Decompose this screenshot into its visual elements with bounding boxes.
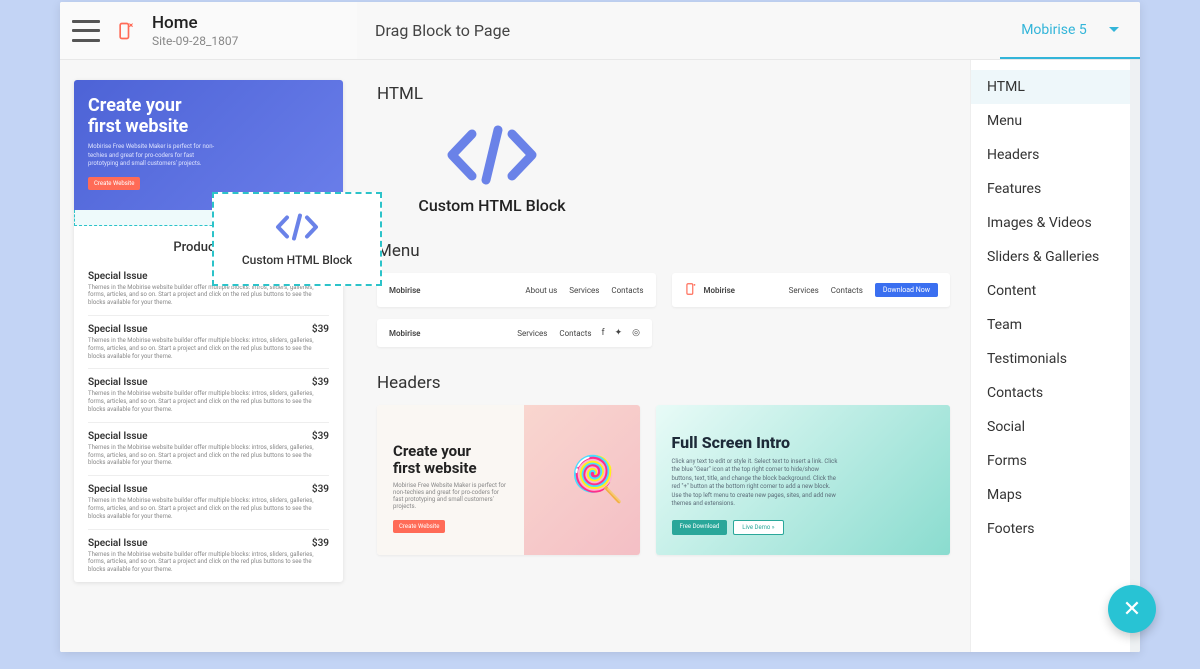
preview-hero[interactable]: Create your first website Mobirise Free … [74,80,343,210]
header-block-1[interactable]: Create your first website Mobirise Free … [377,405,640,555]
list-item[interactable]: Special Issue$39Themes in the Mobirise w… [74,369,343,421]
instagram-icon: ◎ [632,328,640,338]
category-team[interactable]: Team [971,308,1140,342]
site-name: Site-09-28_1807 [152,34,238,48]
category-images-videos[interactable]: Images & Videos [971,206,1140,240]
hero-title: Create your first website [88,96,329,137]
category-html[interactable]: HTML [971,70,1140,104]
category-social[interactable]: Social [971,410,1140,444]
block-label: Custom HTML Block [418,196,565,215]
menu-block-3[interactable]: Mobirise Services Contacts f ✦ ◎ [377,319,652,347]
category-testimonials[interactable]: Testimonials [971,342,1140,376]
hero-cta[interactable]: Create Website [88,177,140,190]
facebook-icon: f [601,328,604,338]
category-features[interactable]: Features [971,172,1140,206]
code-icon [272,211,322,247]
category-content[interactable]: Content [971,274,1140,308]
list-item[interactable]: Special Issue$39Themes in the Mobirise w… [74,530,343,582]
topbar: Home Site-09-28_1807 Drag Block to Page … [60,2,1140,60]
code-icon [442,124,542,190]
page-title[interactable]: Home [152,13,238,33]
scrollbar[interactable] [1130,60,1140,652]
chevron-down-icon [1109,27,1119,32]
section-headers-title: Headers [377,373,950,393]
category-footers[interactable]: Footers [971,512,1140,546]
preview-pane: Create your first website Mobirise Free … [60,60,357,652]
blocks-area: HTML Custom HTML Block Menu Mobirise Abo… [357,60,970,652]
menu-block-2[interactable]: Mobirise Services Contacts Download Now [672,273,951,307]
close-panel-button[interactable]: ✕ [1108,585,1156,633]
drag-ghost[interactable]: Custom HTML Block [212,192,382,286]
section-html-title: HTML [377,84,950,104]
list-item[interactable]: Special Issue$39Themes in the Mobirise w… [74,423,343,475]
logo-icon [684,282,704,298]
category-contacts[interactable]: Contacts [971,376,1140,410]
menu-icon[interactable] [72,20,100,42]
app-window: Home Site-09-28_1807 Drag Block to Page … [60,2,1140,652]
twitter-icon: ✦ [615,328,623,338]
category-headers[interactable]: Headers [971,138,1140,172]
download-button[interactable]: Download Now [875,283,938,297]
hero-desc: Mobirise Free Website Maker is perfect f… [88,143,218,168]
menu-block-1[interactable]: Mobirise About us Services Contacts [377,273,656,307]
panel-title: Drag Block to Page [357,2,1000,59]
logo-icon [116,21,136,41]
theme-selector[interactable]: Mobirise 5 [1000,2,1140,59]
header-block-2[interactable]: Full Screen Intro Click any text to edit… [656,405,951,555]
topbar-left: Home Site-09-28_1807 [60,2,357,59]
list-item[interactable]: Special Issue$39Themes in the Mobirise w… [74,316,343,368]
category-sliders-galleries[interactable]: Sliders & Galleries [971,240,1140,274]
category-menu[interactable]: Menu [971,104,1140,138]
header-image [524,405,639,555]
category-forms[interactable]: Forms [971,444,1140,478]
close-icon: ✕ [1123,597,1141,622]
category-list: HTMLMenuHeadersFeaturesImages & VideosSl… [970,60,1140,652]
category-maps[interactable]: Maps [971,478,1140,512]
block-custom-html[interactable]: Custom HTML Block [377,116,607,237]
theme-label: Mobirise 5 [1021,22,1087,38]
list-item[interactable]: Special Issue$39Themes in the Mobirise w… [74,476,343,528]
section-menu-title: Menu [377,241,950,261]
drag-label: Custom HTML Block [242,253,352,267]
